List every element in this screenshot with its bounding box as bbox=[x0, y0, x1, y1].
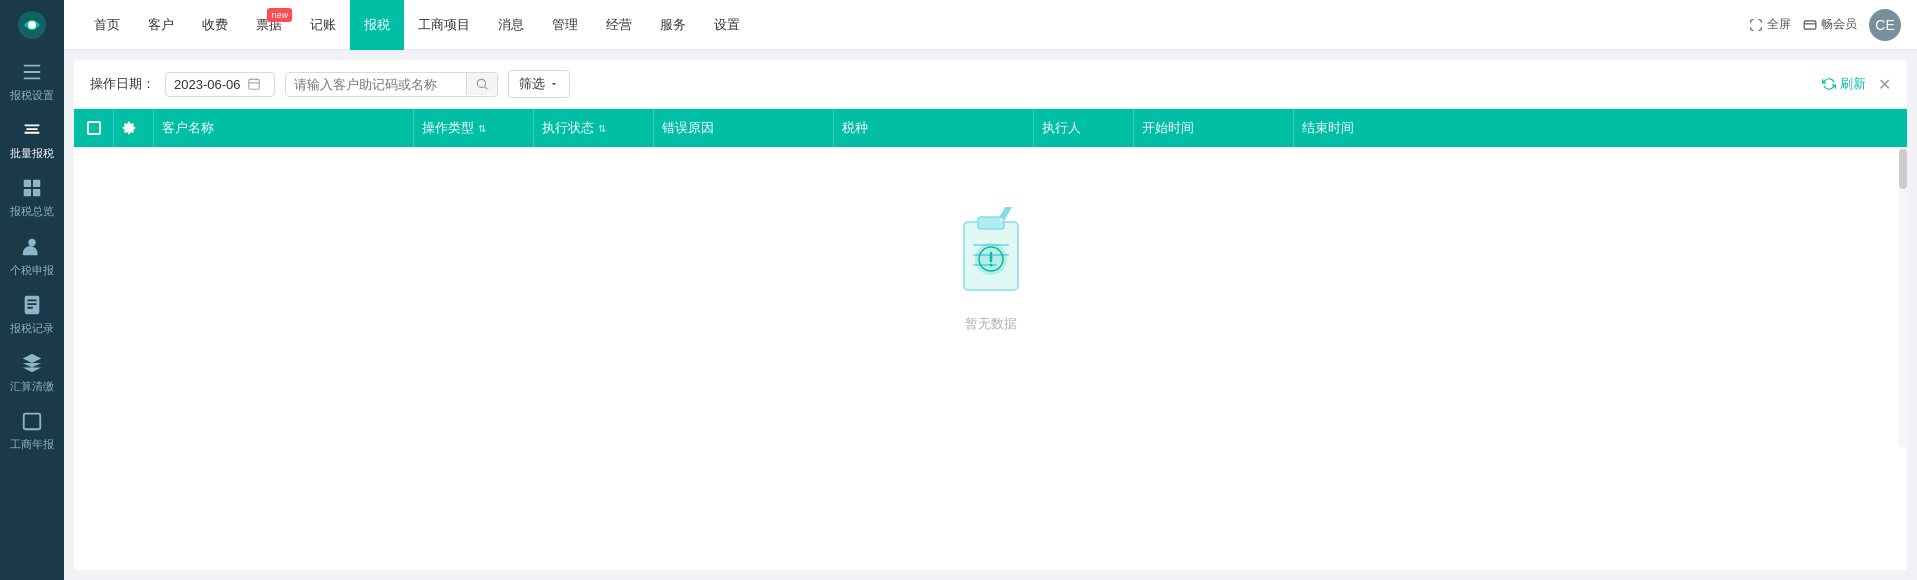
content: 操作日期： 2023-06-06 筛选 刷新 ✕ bbox=[64, 50, 1917, 580]
settings-icon bbox=[18, 58, 46, 86]
piaoju-badge: new bbox=[267, 8, 292, 22]
th-start-time: 开始时间 bbox=[1134, 109, 1294, 147]
th-exec-status: 执行状态 ⇅ bbox=[534, 109, 654, 147]
topnav-right: 全屏 畅会员 CE bbox=[1749, 9, 1901, 41]
empty-text: 暂无数据 bbox=[965, 315, 1017, 333]
nav-customer[interactable]: 客户 bbox=[134, 0, 188, 50]
nav-shoufei[interactable]: 收费 bbox=[188, 0, 242, 50]
sidebar-item-label: 批量报税 bbox=[10, 147, 54, 160]
sidebar-item-baoshui-jilu[interactable]: 报税记录 bbox=[0, 283, 64, 341]
member-label: 畅会员 bbox=[1821, 16, 1857, 33]
sidebar-item-label: 报税记录 bbox=[10, 322, 54, 335]
th-executor: 执行人 bbox=[1034, 109, 1134, 147]
nav-jingying[interactable]: 经营 bbox=[592, 0, 646, 50]
annual-icon bbox=[18, 407, 46, 435]
avatar-text: CE bbox=[1875, 17, 1894, 33]
date-picker[interactable]: 2023-06-06 bbox=[165, 72, 275, 97]
sidebar-item-label: 报税设置 bbox=[10, 89, 54, 102]
fullscreen-button[interactable]: 全屏 bbox=[1749, 16, 1791, 33]
svg-rect-5 bbox=[33, 189, 40, 196]
nav-baoshui[interactable]: 报税 bbox=[350, 0, 404, 50]
svg-rect-7 bbox=[24, 414, 41, 430]
filter-label: 筛选 bbox=[519, 75, 545, 93]
chevron-down-icon bbox=[549, 79, 559, 89]
nav-gongshang[interactable]: 工商项目 bbox=[404, 0, 484, 50]
toolbar-right: 刷新 ✕ bbox=[1822, 75, 1891, 94]
sidebar-item-geshui-shenbao[interactable]: 个税申报 bbox=[0, 225, 64, 283]
nav-xiaoxi[interactable]: 消息 bbox=[484, 0, 538, 50]
sidebar-item-label: 个税申报 bbox=[10, 264, 54, 277]
person-tax-icon bbox=[18, 233, 46, 261]
member-button[interactable]: 畅会员 bbox=[1803, 16, 1857, 33]
select-all-checkbox[interactable] bbox=[87, 121, 101, 135]
th-operation-type: 操作类型 ⇅ bbox=[414, 109, 534, 147]
th-settings bbox=[114, 109, 154, 147]
overview-icon bbox=[18, 174, 46, 202]
search-input[interactable] bbox=[286, 73, 466, 96]
empty-state: 暂无数据 bbox=[74, 147, 1907, 373]
record-icon bbox=[18, 291, 46, 319]
search-icon bbox=[475, 77, 489, 91]
table-wrap: 客户名称 操作类型 ⇅ 执行状态 ⇅ 错误原因 税种 执行人 bbox=[74, 109, 1907, 570]
svg-point-19 bbox=[989, 264, 992, 267]
th-error-reason: 错误原因 bbox=[654, 109, 834, 147]
gear-icon bbox=[122, 121, 136, 135]
table-header: 客户名称 操作类型 ⇅ 执行状态 ⇅ 错误原因 税种 执行人 bbox=[74, 109, 1907, 147]
svg-rect-8 bbox=[1804, 20, 1816, 28]
refresh-label: 刷新 bbox=[1840, 75, 1866, 93]
nav-jizhang[interactable]: 记账 bbox=[296, 0, 350, 50]
sidebar-item-baoshui-zonglam[interactable]: 报税总览 bbox=[0, 166, 64, 224]
sort-icon-status[interactable]: ⇅ bbox=[598, 123, 606, 134]
sort-icon-op[interactable]: ⇅ bbox=[478, 123, 486, 134]
sidebar-item-label: 报税总览 bbox=[10, 205, 54, 218]
nav-fuwu[interactable]: 服务 bbox=[646, 0, 700, 50]
table-body: 暂无数据 bbox=[74, 147, 1907, 447]
date-value: 2023-06-06 bbox=[174, 77, 241, 92]
filter-button[interactable]: 筛选 bbox=[508, 70, 570, 98]
batch-icon bbox=[18, 116, 46, 144]
nav-guanli[interactable]: 管理 bbox=[538, 0, 592, 50]
scroll-thumb[interactable] bbox=[1899, 149, 1907, 189]
main-wrap: 首页 客户 收费 票据 new 记账 报税 工商项目 消息 管理 经营 bbox=[64, 0, 1917, 580]
th-end-time: 结束时间 bbox=[1294, 109, 1434, 147]
empty-illustration bbox=[946, 207, 1036, 307]
search-wrap bbox=[285, 72, 498, 97]
sidebar-item-label: 汇算清缴 bbox=[10, 380, 54, 393]
svg-rect-2 bbox=[24, 180, 31, 187]
sidebar-item-piliang-baoshui[interactable]: 批量报税 bbox=[0, 108, 64, 166]
scroll-track[interactable] bbox=[1899, 147, 1907, 447]
search-button[interactable] bbox=[466, 73, 497, 95]
svg-point-1 bbox=[28, 21, 36, 29]
th-client-name: 客户名称 bbox=[154, 109, 414, 147]
avatar[interactable]: CE bbox=[1869, 9, 1901, 41]
fullscreen-label: 全屏 bbox=[1767, 16, 1791, 33]
sidebar-logo[interactable] bbox=[0, 0, 64, 50]
svg-rect-4 bbox=[24, 189, 31, 196]
svg-rect-20 bbox=[999, 207, 1015, 220]
sidebar: 报税设置 批量报税 报税总览 个税申报 报税记录 汇算清缴 工商 bbox=[0, 0, 64, 580]
refresh-icon bbox=[1822, 77, 1836, 91]
nav-piaoju[interactable]: 票据 new bbox=[242, 0, 296, 50]
nav-shezhi[interactable]: 设置 bbox=[700, 0, 754, 50]
toolbar: 操作日期： 2023-06-06 筛选 刷新 ✕ bbox=[74, 60, 1907, 109]
sidebar-item-label: 工商年报 bbox=[10, 438, 54, 451]
svg-point-6 bbox=[28, 238, 35, 245]
sidebar-item-huisuan[interactable]: 汇算清缴 bbox=[0, 341, 64, 399]
svg-rect-9 bbox=[248, 79, 259, 89]
sidebar-item-baoshui-shezhi[interactable]: 报税设置 bbox=[0, 50, 64, 108]
calendar-icon bbox=[247, 77, 261, 91]
th-tax-type: 税种 bbox=[834, 109, 1034, 147]
th-checkbox[interactable] bbox=[74, 109, 114, 147]
close-button[interactable]: ✕ bbox=[1878, 75, 1891, 94]
nav-home[interactable]: 首页 bbox=[80, 0, 134, 50]
date-label: 操作日期： bbox=[90, 75, 155, 93]
svg-point-10 bbox=[477, 79, 485, 87]
svg-rect-3 bbox=[33, 180, 40, 187]
sidebar-item-gongshang-nianbao[interactable]: 工商年报 bbox=[0, 399, 64, 457]
summary-icon bbox=[18, 349, 46, 377]
refresh-button[interactable]: 刷新 bbox=[1822, 75, 1866, 93]
topnav: 首页 客户 收费 票据 new 记账 报税 工商项目 消息 管理 经营 bbox=[64, 0, 1917, 50]
